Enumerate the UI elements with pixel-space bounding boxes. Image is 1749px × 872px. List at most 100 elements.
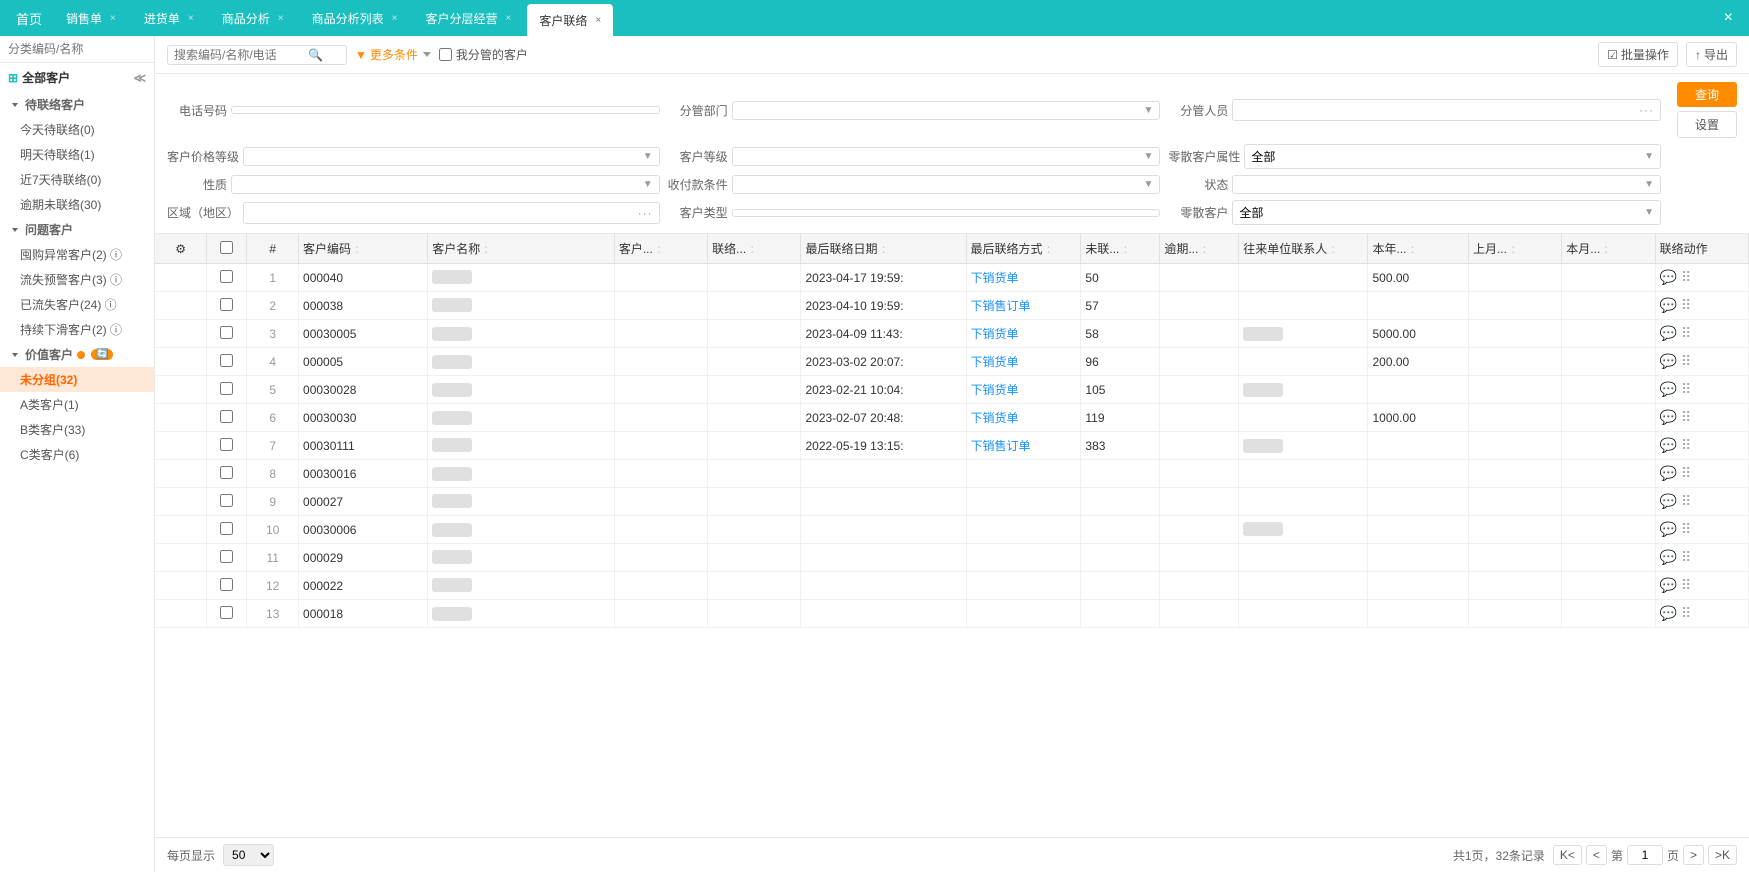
- row-checkbox[interactable]: [220, 298, 233, 311]
- action-chat-icon[interactable]: 💬: [1660, 521, 1677, 538]
- action-more-icon[interactable]: ⠿: [1681, 409, 1691, 426]
- prev-page-button[interactable]: <: [1586, 845, 1607, 865]
- th-assoc[interactable]: 往来单位联系人 :: [1239, 234, 1368, 264]
- cell-lastway[interactable]: [966, 460, 1081, 488]
- row-checkbox[interactable]: [220, 606, 233, 619]
- cell-check[interactable]: [207, 488, 247, 516]
- action-more-icon[interactable]: ⠿: [1681, 549, 1691, 566]
- th-overdue[interactable]: 逾期... :: [1160, 234, 1239, 264]
- cell-check[interactable]: [207, 516, 247, 544]
- sidebar-item-overdue[interactable]: 逾期未联络(30): [0, 192, 154, 217]
- cell-lastway[interactable]: 下销售订单: [966, 292, 1081, 320]
- cell-check[interactable]: [207, 348, 247, 376]
- action-chat-icon[interactable]: 💬: [1660, 297, 1677, 314]
- nav-tab-product-analysis[interactable]: 商品分析 ×: [210, 4, 296, 32]
- sidebar-item-abnormal[interactable]: 囤购异常客户(2) ⓘ: [0, 242, 154, 267]
- row-checkbox[interactable]: [220, 578, 233, 591]
- filter-region-input[interactable]: ···: [243, 202, 660, 224]
- lastway-link[interactable]: 下销售订单: [971, 299, 1031, 313]
- cell-lastway[interactable]: 下销货单: [966, 264, 1081, 292]
- action-more-icon[interactable]: ⠿: [1681, 381, 1691, 398]
- lastway-link[interactable]: 下销货单: [971, 355, 1019, 369]
- filter-search-icon[interactable]: 🔍: [308, 48, 323, 62]
- cell-check[interactable]: [207, 376, 247, 404]
- th-lastway[interactable]: 最后联络方式 :: [966, 234, 1081, 264]
- sidebar-group-problem[interactable]: 问题客户: [0, 217, 154, 242]
- th-thismon[interactable]: 本月... :: [1562, 234, 1655, 264]
- sidebar-item-c-class[interactable]: C类客户(6): [0, 442, 154, 467]
- cell-lastway[interactable]: [966, 488, 1081, 516]
- nav-tab-sales[interactable]: 销售单 ×: [54, 4, 128, 32]
- sidebar-search-input[interactable]: [8, 42, 155, 56]
- my-customers-checkbox[interactable]: [439, 48, 452, 61]
- filter-phone-input[interactable]: [231, 106, 660, 114]
- cell-lastway[interactable]: [966, 544, 1081, 572]
- cell-lastway[interactable]: 下销售订单: [966, 432, 1081, 460]
- filter-customer-tier-select[interactable]: ▼: [732, 147, 1161, 166]
- cell-check[interactable]: [207, 264, 247, 292]
- page-size-select[interactable]: 50 100: [223, 844, 274, 866]
- sidebar-item-7days[interactable]: 近7天待联络(0): [0, 167, 154, 192]
- action-chat-icon[interactable]: 💬: [1660, 577, 1677, 594]
- nav-tab-purchase[interactable]: 进货单 ×: [132, 4, 206, 32]
- th-unlinked[interactable]: 未联... :: [1081, 234, 1160, 264]
- cell-check[interactable]: [207, 600, 247, 628]
- action-chat-icon[interactable]: 💬: [1660, 325, 1677, 342]
- action-chat-icon[interactable]: 💬: [1660, 269, 1677, 286]
- th-thisyr[interactable]: 本年... :: [1368, 234, 1468, 264]
- close-all-button[interactable]: ×: [1716, 9, 1741, 27]
- nav-home[interactable]: 首页: [8, 9, 50, 28]
- row-checkbox[interactable]: [220, 494, 233, 507]
- lastway-link[interactable]: 下销售订单: [971, 439, 1031, 453]
- row-checkbox[interactable]: [220, 410, 233, 423]
- export-button[interactable]: ↑ 导出: [1686, 42, 1737, 67]
- filter-status-select[interactable]: ▼: [1232, 175, 1661, 194]
- action-more-icon[interactable]: ⠿: [1681, 269, 1691, 286]
- cell-lastway[interactable]: 下销货单: [966, 348, 1081, 376]
- row-checkbox[interactable]: [220, 326, 233, 339]
- reset-button[interactable]: 设置: [1677, 111, 1737, 138]
- sidebar-item-declining[interactable]: 持续下滑客户(2) ⓘ: [0, 317, 154, 342]
- row-checkbox[interactable]: [220, 522, 233, 535]
- cell-lastway[interactable]: [966, 600, 1081, 628]
- last-page-button[interactable]: >K: [1708, 845, 1737, 865]
- nav-tab-product-list[interactable]: 商品分析列表 ×: [300, 4, 410, 32]
- cell-check[interactable]: [207, 460, 247, 488]
- action-more-icon[interactable]: ⠿: [1681, 577, 1691, 594]
- lastway-link[interactable]: 下销货单: [971, 383, 1019, 397]
- sidebar-item-tomorrow[interactable]: 明天待联络(1): [0, 142, 154, 167]
- row-checkbox[interactable]: [220, 270, 233, 283]
- filter-nature-select[interactable]: ▼: [231, 175, 660, 194]
- sidebar-item-ungrouped[interactable]: 未分组(32): [0, 367, 154, 392]
- action-chat-icon[interactable]: 💬: [1660, 605, 1677, 622]
- action-chat-icon[interactable]: 💬: [1660, 465, 1677, 482]
- filter-dept-select[interactable]: ▼: [732, 101, 1161, 120]
- cell-check[interactable]: [207, 572, 247, 600]
- action-more-icon[interactable]: ⠿: [1681, 465, 1691, 482]
- row-checkbox[interactable]: [220, 550, 233, 563]
- all-customers-header[interactable]: ⊞ 全部客户 ≪: [0, 63, 154, 92]
- th-name[interactable]: 客户名称 :: [428, 234, 615, 264]
- action-chat-icon[interactable]: 💬: [1660, 549, 1677, 566]
- cell-lastway[interactable]: 下销货单: [966, 320, 1081, 348]
- th-code[interactable]: 客户编码 :: [299, 234, 428, 264]
- cell-check[interactable]: [207, 292, 247, 320]
- filter-retail-customer-select[interactable]: 全部▼: [1232, 200, 1661, 225]
- cell-lastway[interactable]: 下销货单: [966, 376, 1081, 404]
- row-checkbox[interactable]: [220, 382, 233, 395]
- row-checkbox[interactable]: [220, 466, 233, 479]
- lastway-link[interactable]: 下销货单: [971, 411, 1019, 425]
- sidebar-item-a-class[interactable]: A类客户(1): [0, 392, 154, 417]
- row-checkbox[interactable]: [220, 354, 233, 367]
- th-contact[interactable]: 联络... :: [708, 234, 801, 264]
- lastway-link[interactable]: 下销货单: [971, 271, 1019, 285]
- cell-lastway[interactable]: [966, 572, 1081, 600]
- batch-operation-button[interactable]: ☑ 批量操作: [1598, 42, 1678, 67]
- action-chat-icon[interactable]: 💬: [1660, 493, 1677, 510]
- filter-search-input[interactable]: [174, 48, 304, 62]
- nav-tab-customer-contact-close[interactable]: ×: [595, 15, 601, 26]
- th-lastdate[interactable]: 最后联络日期 :: [801, 234, 966, 264]
- sidebar-item-today[interactable]: 今天待联络(0): [0, 117, 154, 142]
- action-more-icon[interactable]: ⠿: [1681, 605, 1691, 622]
- cell-check[interactable]: [207, 404, 247, 432]
